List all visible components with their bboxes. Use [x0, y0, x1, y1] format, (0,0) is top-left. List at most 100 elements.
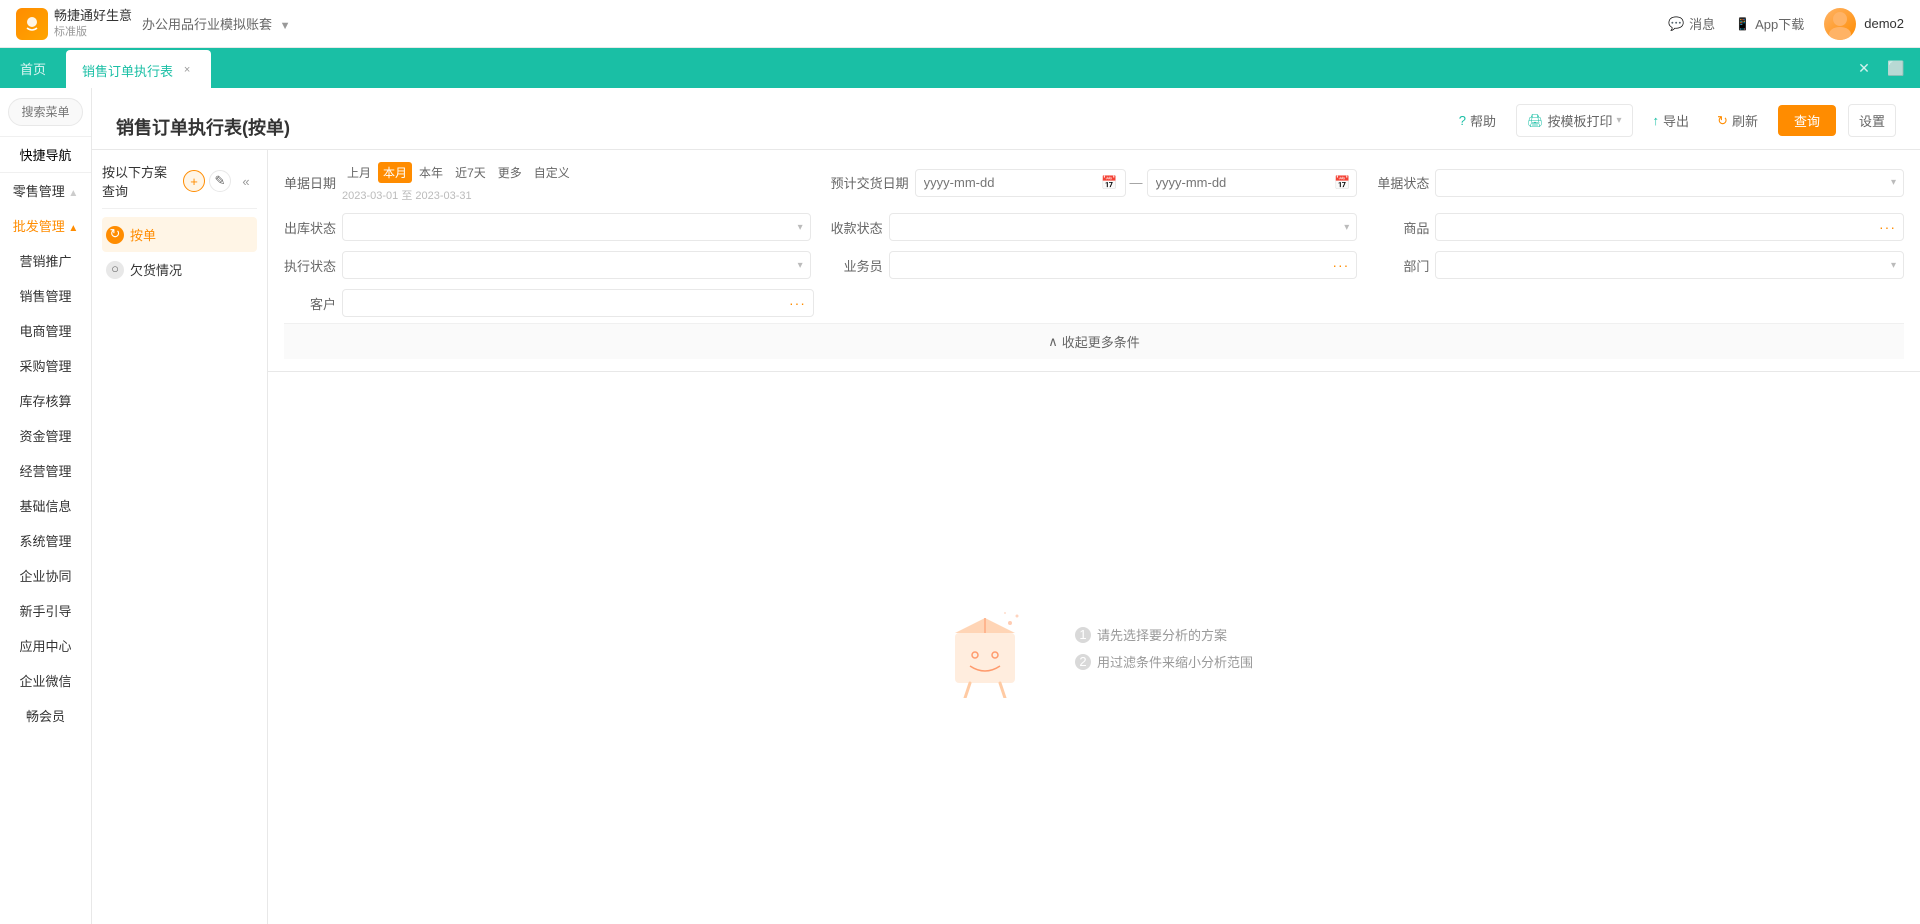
settings-button[interactable]: 设置: [1848, 104, 1896, 137]
svg-text:↻: ↻: [110, 229, 121, 241]
message-button[interactable]: 💬 消息: [1668, 14, 1715, 33]
date-tab-current-month[interactable]: 本月: [378, 162, 412, 183]
customer-label: 客户: [284, 294, 336, 313]
sidebar-item-basic[interactable]: 基础信息: [0, 488, 91, 523]
add-scheme-button[interactable]: +: [183, 170, 205, 192]
hint-number-2: 2: [1075, 654, 1091, 670]
tab-bar: 首页 销售订单执行表 × ✕ ⬜: [0, 48, 1920, 88]
filter-exec-status: 执行状态 ▾: [284, 251, 811, 279]
date-tab-custom[interactable]: 自定义: [529, 162, 575, 183]
header-left: 畅捷通好生意 标准版 办公用品行业模拟账套 ▼: [16, 8, 291, 40]
window-maximize-button[interactable]: ⬜: [1884, 56, 1908, 80]
customer-dots-icon: ···: [789, 295, 806, 311]
date-tab-current-year[interactable]: 本年: [414, 162, 448, 183]
export-button[interactable]: ↑ 导出: [1645, 107, 1698, 134]
sidebar-item-operation[interactable]: 经营管理: [0, 453, 91, 488]
collection-status-dropdown[interactable]: ▾: [889, 213, 1358, 241]
exec-status-arrow-icon: ▾: [798, 260, 803, 271]
exec-status-label: 执行状态: [284, 256, 336, 275]
expected-end-calendar-icon[interactable]: 📅: [1334, 175, 1350, 191]
scheme-item-by-order[interactable]: ↻ 按单: [102, 217, 257, 252]
filter-customer: 客户 ···: [284, 289, 814, 317]
empty-state: 1 请先选择要分析的方案 2 用过滤条件来缩小分析范围: [268, 372, 1920, 924]
app-download-button[interactable]: 📱 App下载: [1735, 14, 1804, 33]
expand-icon-wholesale: ▲: [68, 223, 78, 234]
ship-status-dropdown[interactable]: ▾: [342, 213, 811, 241]
left-nav-title: 按以下方案查询: [102, 162, 177, 200]
date-range-display: 2023-03-01 至 2023-03-31: [342, 187, 811, 203]
date-tab-last7[interactable]: 近7天: [450, 162, 491, 183]
tab-active[interactable]: 销售订单执行表 ×: [66, 50, 211, 90]
svg-text:○: ○: [111, 264, 119, 276]
sidebar-item-member[interactable]: 畅会员: [0, 698, 91, 733]
top-header: 畅捷通好生意 标准版 办公用品行业模拟账套 ▼ 💬 消息 📱 App下载 dem…: [0, 0, 1920, 48]
sidebar-item-wechat[interactable]: 企业微信: [0, 663, 91, 698]
content-area: 销售订单执行表(按单) ? 帮助 🖨 按模板打印 ▾ ↑ 导出 ↻ 刷新: [92, 88, 1920, 924]
add-icon: +: [190, 174, 198, 189]
exec-status-dropdown[interactable]: ▾: [342, 251, 811, 279]
expected-start-input[interactable]: [915, 169, 1126, 197]
left-nav-actions: + ✎ «: [183, 170, 257, 192]
collapse-nav-button[interactable]: «: [235, 170, 257, 192]
logo-icon: [16, 8, 48, 40]
filter-salesperson: 业务员 ···: [831, 251, 1358, 279]
date-tab-more[interactable]: 更多: [493, 162, 527, 183]
sidebar-item-inventory[interactable]: 库存核算: [0, 383, 91, 418]
ship-status-arrow-icon: ▾: [798, 222, 803, 233]
empty-hints: 1 请先选择要分析的方案 2 用过滤条件来缩小分析范围: [1075, 625, 1253, 671]
page-header: 销售订单执行表(按单) ? 帮助 🖨 按模板打印 ▾ ↑ 导出 ↻ 刷新: [92, 88, 1920, 150]
sidebar-item-appstore[interactable]: 应用中心: [0, 628, 91, 663]
sidebar-item-sales[interactable]: 销售管理: [0, 278, 91, 313]
customer-input[interactable]: ···: [342, 289, 814, 317]
logo-area: 畅捷通好生意 标准版: [16, 8, 132, 40]
tab-home[interactable]: 首页: [0, 48, 66, 88]
tab-close-icon[interactable]: ×: [179, 62, 195, 78]
order-status-dropdown[interactable]: ▾: [1435, 169, 1904, 197]
salesperson-input[interactable]: ···: [889, 251, 1358, 279]
edit-scheme-button[interactable]: ✎: [209, 170, 231, 192]
user-area[interactable]: demo2: [1824, 8, 1904, 40]
sidebar-item-system[interactable]: 系统管理: [0, 523, 91, 558]
collapse-icon: «: [242, 174, 249, 189]
window-close-button[interactable]: ✕: [1852, 56, 1876, 80]
print-button[interactable]: 🖨 按模板打印 ▾: [1516, 104, 1633, 137]
breadcrumb[interactable]: 办公用品行业模拟账套 ▼: [142, 14, 291, 33]
refresh-button[interactable]: ↻ 刷新: [1709, 107, 1766, 134]
sidebar-search-area: [0, 88, 91, 137]
salesperson-dots-icon: ···: [1332, 257, 1349, 273]
sidebar-item-ecommerce[interactable]: 电商管理: [0, 313, 91, 348]
department-dropdown[interactable]: ▾: [1435, 251, 1904, 279]
scheme-item-debt[interactable]: ○ 欠货情况: [102, 252, 257, 287]
empty-illustration: [935, 598, 1035, 698]
date-tab-last-month[interactable]: 上月: [342, 162, 376, 183]
sidebar-item-purchase[interactable]: 采购管理: [0, 348, 91, 383]
sidebar-quick-nav[interactable]: 快捷导航: [0, 137, 91, 173]
date-tabs: 上月 本月 本年 近7天 更多 自定义: [342, 162, 575, 183]
help-button[interactable]: ? 帮助: [1451, 107, 1504, 134]
hint-number-1: 1: [1075, 627, 1091, 643]
message-icon: 💬: [1668, 16, 1684, 32]
sidebar-item-marketing[interactable]: 营销推广: [0, 243, 91, 278]
sidebar-item-retail[interactable]: 零售管理 ▲: [0, 173, 91, 208]
logo-text: 畅捷通好生意 标准版: [54, 8, 132, 39]
collection-status-arrow-icon: ▾: [1344, 222, 1349, 233]
empty-hint-1: 1 请先选择要分析的方案: [1075, 625, 1253, 644]
sidebar-item-finance[interactable]: 资金管理: [0, 418, 91, 453]
search-input[interactable]: [8, 98, 83, 126]
tab-bar-right: ✕ ⬜: [1852, 56, 1920, 80]
query-button[interactable]: 查询: [1778, 105, 1836, 136]
collapse-up-icon: ∧: [1048, 334, 1058, 350]
empty-hint-2: 2 用过滤条件来缩小分析范围: [1075, 652, 1253, 671]
sidebar-item-wholesale[interactable]: 批发管理 ▲: [0, 208, 91, 243]
product-label: 商品: [1377, 218, 1429, 237]
date-label: 单据日期: [284, 173, 336, 192]
help-icon: ?: [1459, 113, 1466, 128]
product-input[interactable]: ···: [1435, 213, 1904, 241]
collapse-filters-button[interactable]: ∧ 收起更多条件: [284, 323, 1904, 359]
sidebar-item-cooperation[interactable]: 企业协同: [0, 558, 91, 593]
sidebar-item-newbie[interactable]: 新手引导: [0, 593, 91, 628]
filter-date-item: 单据日期 上月 本月 本年 近7天 更多 自定义: [284, 162, 811, 203]
avatar: [1824, 8, 1856, 40]
expected-end-input[interactable]: [1147, 169, 1358, 197]
inner-layout: 按以下方案查询 + ✎ « ↻: [92, 150, 1920, 924]
